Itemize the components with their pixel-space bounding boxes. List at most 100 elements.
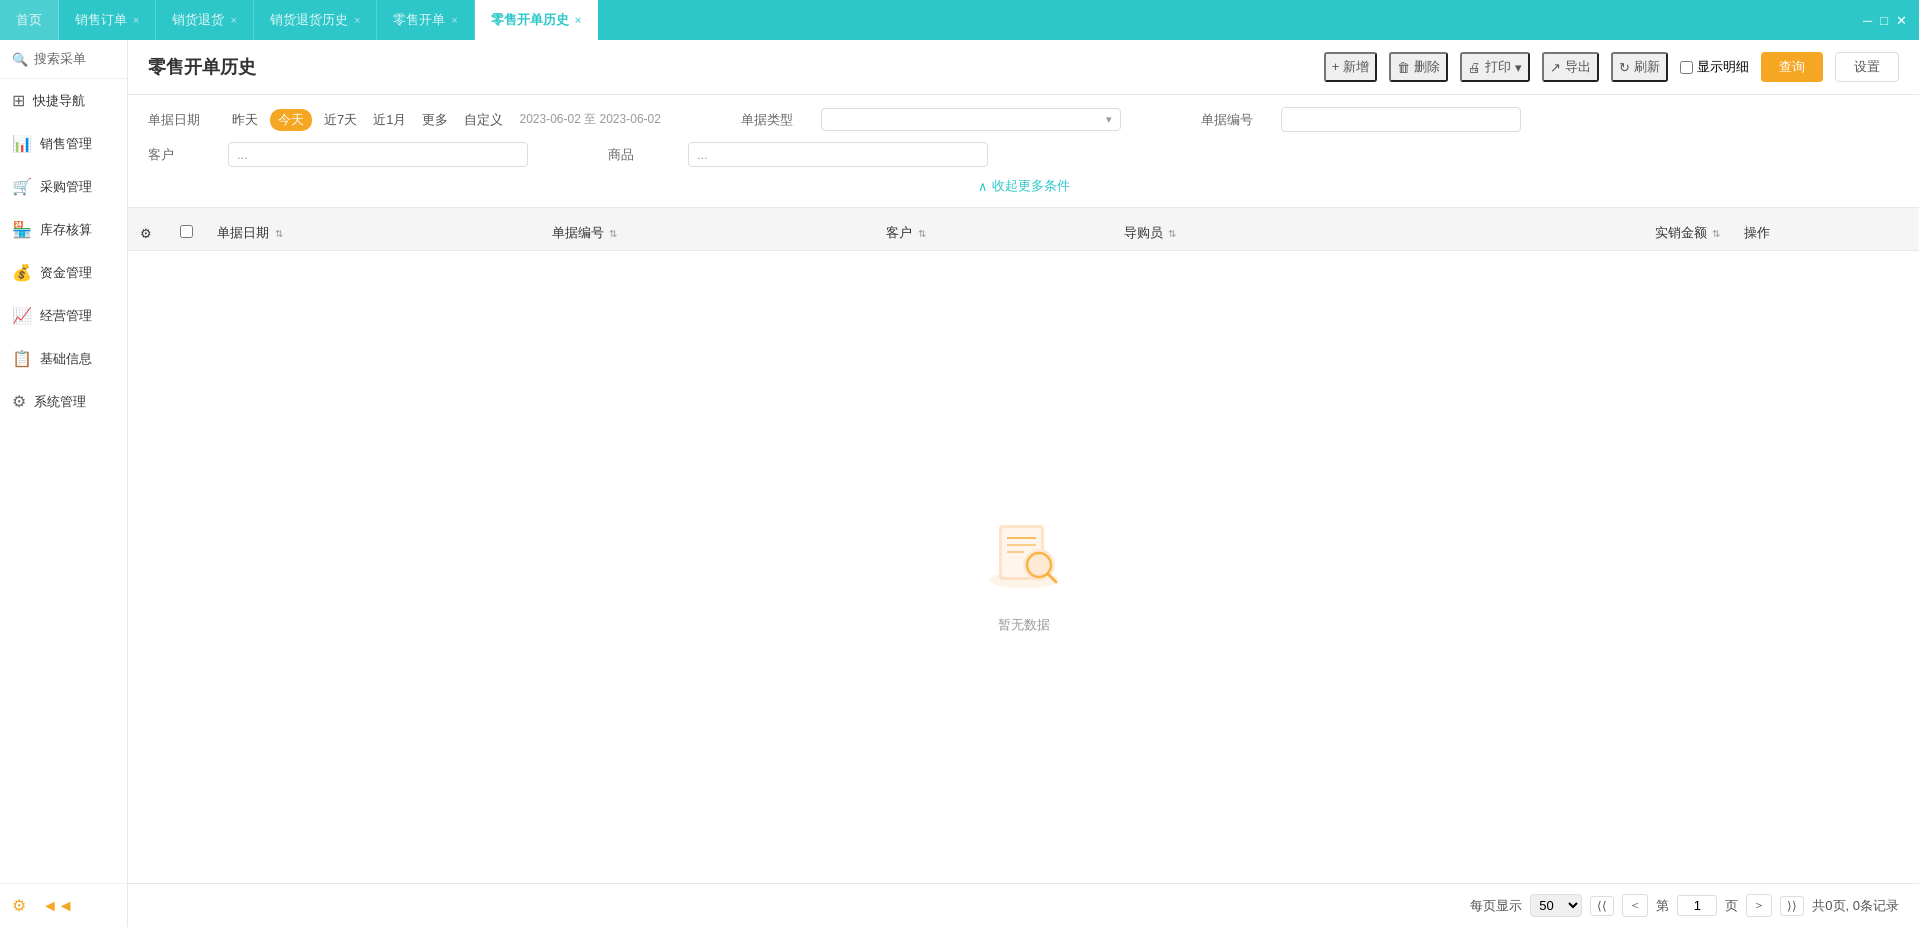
date-btn-last7[interactable]: 近7天 [320,109,361,131]
display-detail-checkbox[interactable] [1680,61,1693,74]
tab-sales-return[interactable]: 销货退货 × [156,0,253,40]
delete-button[interactable]: 🗑 删除 [1389,52,1448,82]
purchase-mgmt-icon: 🛒 [12,177,32,196]
next-page-btn[interactable]: ＞ [1746,894,1772,917]
close-tab-sales-return[interactable]: × [230,14,236,26]
sort-doc-date-icon: ⇅ [275,228,283,239]
empty-state: 暂无数据 [128,251,1919,883]
th-checkbox [168,216,205,251]
sales-mgmt-icon: 📊 [12,134,32,153]
tab-retail-open[interactable]: 零售开单 × [377,0,474,40]
goods-label: 商品 [608,146,668,164]
export-icon: ↗ [1550,60,1561,75]
per-page-select[interactable]: 50 10 20 100 [1530,894,1582,917]
print-button[interactable]: 🖨 打印 ▾ [1460,52,1530,82]
sort-customer-icon: ⇅ [918,228,926,239]
tab-bar: 首页 销售订单 × 销货退货 × 销货退货历史 × 零售开单 × 零售开单历史 … [0,0,1919,40]
close-tab-retail-open[interactable]: × [451,14,457,26]
empty-icon [974,500,1074,600]
date-btn-custom[interactable]: 自定义 [460,109,507,131]
export-button[interactable]: ↗ 导出 [1542,52,1599,82]
date-btn-yesterday[interactable]: 昨天 [228,109,262,131]
sidebar-item-operations[interactable]: 📈 经营管理 [0,294,127,337]
query-button[interactable]: 查询 [1761,52,1823,82]
page-word: 第 [1656,897,1669,915]
print-dropdown-arrow[interactable]: ▾ [1515,60,1522,75]
collapse-button[interactable]: ∧ 收起更多条件 [978,177,1070,195]
delete-icon: 🗑 [1397,60,1410,75]
prev-page-btn[interactable]: ＜ [1622,894,1648,917]
finance-icon: 💰 [12,263,32,282]
inventory-icon: 🏪 [12,220,32,239]
close-tab-sales-order[interactable]: × [133,14,139,26]
sidebar-item-inventory[interactable]: 🏪 库存核算 [0,208,127,251]
refresh-button[interactable]: ↻ 刷新 [1611,52,1668,82]
minimize-btn[interactable]: ─ [1863,13,1872,28]
th-doc-number[interactable]: 单据编号 ⇅ [540,216,875,251]
data-table: ⚙ 单据日期 ⇅ 单据编号 ⇅ [128,216,1919,251]
goods-input[interactable]: ... [688,142,988,167]
date-btn-last1month[interactable]: 近1月 [369,109,410,131]
tab-sales-order[interactable]: 销售订单 × [59,0,156,40]
date-btn-more[interactable]: 更多 [418,109,452,131]
maximize-btn[interactable]: □ [1880,13,1888,28]
gear-settings-btn[interactable]: ⚙ [12,896,26,915]
add-button[interactable]: + 新增 [1324,52,1377,82]
sidebar-item-finance[interactable]: 💰 资金管理 [0,251,127,294]
pagination: 每页显示 50 10 20 100 ⟨⟨ ＜ 第 页 ＞ ⟩⟩ 共0页, 0条记… [128,883,1919,927]
filter-row-2: 客户 ... 商品 ... [148,142,1899,167]
page-label: 页 [1725,897,1738,915]
sidebar-item-basic-info[interactable]: 📋 基础信息 [0,337,127,380]
th-guide[interactable]: 导购员 ⇅ [1112,216,1398,251]
basic-info-icon: 📋 [12,349,32,368]
window-controls: ─ □ ✕ [1851,0,1919,40]
doc-type-select[interactable]: ▾ [821,108,1121,131]
search-icon: 🔍 [12,52,28,67]
close-btn[interactable]: ✕ [1896,13,1907,28]
date-shortcuts: 昨天 今天 近7天 近1月 更多 自定义 2023-06-02 至 2023-0… [228,109,661,131]
toolbar: + 新增 🗑 删除 🖨 打印 ▾ ↗ 导出 ↻ 刷新 [1324,52,1899,82]
content-area: 零售开单历史 + 新增 🗑 删除 🖨 打印 ▾ ↗ 导出 ↻ [128,40,1919,927]
current-page-input[interactable] [1677,895,1717,916]
customer-input[interactable]: ... [228,142,528,167]
doc-type-label: 单据类型 [741,111,801,129]
sidebar-item-purchase-mgmt[interactable]: 🛒 采购管理 [0,165,127,208]
close-tab-retail-open-history[interactable]: × [575,14,581,26]
th-customer[interactable]: 客户 ⇅ [874,216,1112,251]
empty-text: 暂无数据 [998,616,1050,634]
filter-area: 单据日期 昨天 今天 近7天 近1月 更多 自定义 2023-06-02 至 2… [128,95,1919,208]
sort-doc-number-icon: ⇅ [609,228,617,239]
th-operation: 操作 [1732,216,1919,251]
display-detail-toggle[interactable]: 显示明细 [1680,58,1749,76]
sidebar-search[interactable]: 🔍 搜索采单 [0,40,127,79]
sidebar-item-quick-nav[interactable]: ⊞ 快捷导航 [0,79,127,122]
total-label: 共0页, 0条记录 [1812,897,1899,915]
select-all-checkbox[interactable] [180,225,193,238]
collapse-row: ∧ 收起更多条件 [148,177,1899,195]
settings-button[interactable]: 设置 [1835,52,1899,82]
print-icon: 🖨 [1468,60,1481,75]
table-header-row: ⚙ 单据日期 ⇅ 单据编号 ⇅ [128,216,1919,251]
tab-home[interactable]: 首页 [0,0,59,40]
refresh-icon: ↻ [1619,60,1630,75]
tab-sales-return-history[interactable]: 销货退货历史 × [254,0,377,40]
filter-row-1: 单据日期 昨天 今天 近7天 近1月 更多 自定义 2023-06-02 至 2… [148,107,1899,132]
th-actual-amount[interactable]: 实销金额 ⇅ [1398,216,1733,251]
first-page-btn[interactable]: ⟨⟨ [1590,896,1614,916]
th-doc-date[interactable]: 单据日期 ⇅ [205,216,540,251]
last-page-btn[interactable]: ⟩⟩ [1780,896,1804,916]
doc-number-label: 单据编号 [1201,111,1261,129]
date-range-display: 2023-06-02 至 2023-06-02 [519,111,660,128]
system-icon: ⚙ [12,392,26,411]
page-header: 零售开单历史 + 新增 🗑 删除 🖨 打印 ▾ ↗ 导出 ↻ [128,40,1919,95]
doc-number-input[interactable] [1281,107,1521,132]
tab-retail-open-history[interactable]: 零售开单历史 × [475,0,598,40]
date-btn-today[interactable]: 今天 [270,109,312,131]
sidebar-collapse-btn[interactable]: ◄◄ [42,897,74,915]
sidebar-item-system[interactable]: ⚙ 系统管理 [0,380,127,423]
customer-value: ... [237,147,519,162]
page-title: 零售开单历史 [148,55,256,79]
sidebar-item-sales-mgmt[interactable]: 📊 销售管理 [0,122,127,165]
close-tab-sales-return-history[interactable]: × [354,14,360,26]
table-settings-icon[interactable]: ⚙ [140,226,152,241]
